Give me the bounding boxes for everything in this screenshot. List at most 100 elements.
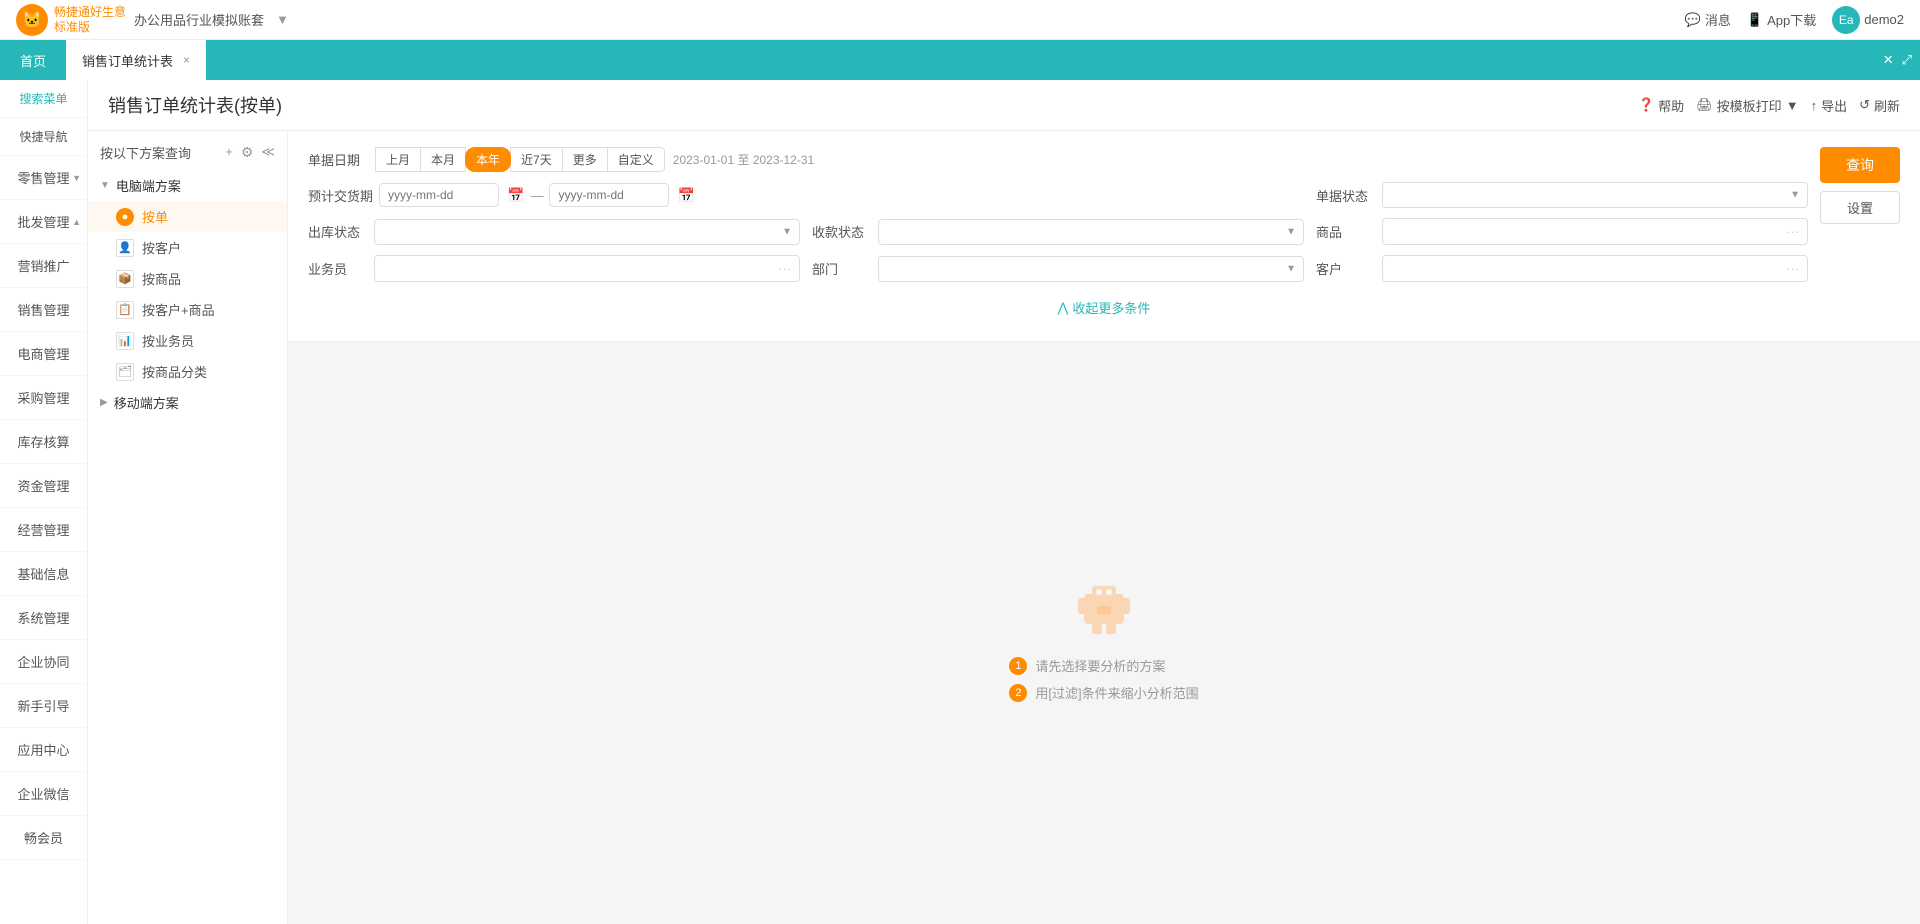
scheme-settings-icon[interactable]: ⚙ bbox=[241, 144, 254, 161]
date-btn-custom[interactable]: 自定义 bbox=[607, 147, 665, 172]
help-icon: ❓ bbox=[1638, 97, 1654, 113]
calendar-start-icon[interactable]: 📅 bbox=[507, 187, 524, 204]
sidebar-item-wechat[interactable]: 企业微信 bbox=[0, 772, 87, 816]
sidebar-item-newbie[interactable]: 新手引导 bbox=[0, 684, 87, 728]
department-filter: 部门 ▼ bbox=[812, 255, 1304, 282]
date-btn-more[interactable]: 更多 bbox=[562, 147, 608, 172]
filter-row-2-grid: 预计交货期 📅 — 📅 bbox=[308, 182, 1808, 208]
top-bar: 🐱 畅捷通好生意 标准版 办公用品行业模拟账套 ▼ 💬 消息 📱 App下载 E… bbox=[0, 0, 1920, 40]
refresh-button[interactable]: ↺ 刷新 bbox=[1859, 96, 1900, 115]
export-icon: ↑ bbox=[1811, 98, 1818, 113]
shipper-select[interactable] bbox=[374, 219, 800, 245]
panel-icons: + ⚙ ≪ bbox=[225, 144, 275, 161]
shipper-select-wrapper: ▼ bbox=[374, 219, 800, 245]
nav-right-icons: ✕ ⤢ bbox=[1883, 52, 1912, 68]
sidebar-item-enterprise[interactable]: 企业协同 bbox=[0, 640, 87, 684]
scheme-item-by-salesperson[interactable]: 📊 按业务员 bbox=[88, 325, 287, 356]
empty-filter-cell bbox=[812, 182, 1304, 208]
goods-label: 商品 bbox=[1316, 222, 1376, 241]
calendar-end-icon[interactable]: 📅 bbox=[677, 187, 694, 204]
sidebar-search[interactable]: 搜索菜单 bbox=[0, 80, 87, 118]
page-header: 销售订单统计表(按单) ❓ 帮助 🖨 按模板打印 ▼ ↑ 导出 ↺ 刷新 bbox=[88, 80, 1920, 131]
print-arrow-icon: ▼ bbox=[1786, 98, 1799, 113]
hint-num-2: 2 bbox=[1009, 684, 1027, 702]
customer-more-icon[interactable]: ··· bbox=[1786, 261, 1799, 276]
sidebar-item-app-center[interactable]: 应用中心 bbox=[0, 728, 87, 772]
collapse-button[interactable]: ⋀ 收起更多条件 bbox=[308, 290, 1900, 325]
sidebar-item-finance[interactable]: 资金管理 bbox=[0, 464, 87, 508]
department-select[interactable] bbox=[878, 256, 1304, 282]
main-layout: 搜索菜单 快捷导航 零售管理 批发管理 营销推广 销售管理 电商管理 采购管理 … bbox=[0, 80, 1920, 924]
sidebar-item-inventory[interactable]: 库存核算 bbox=[0, 420, 87, 464]
top-bar-left: 🐱 畅捷通好生意 标准版 办公用品行业模拟账套 ▼ bbox=[16, 4, 289, 36]
filter-row-3-grid: 出库状态 ▼ 收款状态 bbox=[308, 218, 1808, 245]
print-icon: 🖨 bbox=[1696, 97, 1713, 113]
sidebar-item-wholesale[interactable]: 批发管理 bbox=[0, 200, 87, 244]
download-icon: 📱 bbox=[1747, 12, 1763, 28]
help-button[interactable]: ❓ 帮助 bbox=[1638, 96, 1684, 115]
scheme-item-by-category[interactable]: 🗂 按商品分类 bbox=[88, 356, 287, 387]
scheme-group-pc-title[interactable]: ▼ 电脑端方案 bbox=[88, 170, 287, 201]
date-btn-this-year[interactable]: 本年 bbox=[465, 147, 511, 172]
goods-input[interactable]: ··· bbox=[1382, 218, 1808, 245]
date-btn-last-month[interactable]: 上月 bbox=[375, 147, 421, 172]
status-select[interactable] bbox=[1382, 182, 1808, 208]
date-button-group: 上月 本月 本年 近7天 更多 自定义 bbox=[376, 147, 665, 172]
collapse-panel-icon[interactable]: ≪ bbox=[261, 144, 275, 161]
sidebar-item-marketing[interactable]: 营销推广 bbox=[0, 244, 87, 288]
shipper-filter: 出库状态 ▼ bbox=[308, 218, 800, 245]
tab-close-icon[interactable]: × bbox=[183, 53, 190, 67]
settings-button[interactable]: 设置 bbox=[1820, 191, 1900, 224]
scheme-item-by-goods[interactable]: 📦 按商品 bbox=[88, 263, 287, 294]
customer-filter: 客户 ··· bbox=[1316, 255, 1808, 282]
app-title: 办公用品行业模拟账套 bbox=[134, 10, 264, 29]
salesperson-filter: 业务员 ··· bbox=[308, 255, 800, 282]
dept-select-wrapper: ▼ bbox=[878, 256, 1304, 282]
sidebar-item-member[interactable]: 畅会员 bbox=[0, 816, 87, 860]
expected-date-end-input[interactable] bbox=[549, 183, 669, 207]
salesperson-input[interactable]: ··· bbox=[374, 255, 800, 282]
group-expand-icon: ▶ bbox=[100, 397, 108, 408]
sidebar-item-system[interactable]: 系统管理 bbox=[0, 596, 87, 640]
app-title-dropdown-icon[interactable]: ▼ bbox=[276, 12, 289, 27]
scheme-item-by-customer[interactable]: 👤 按客户 bbox=[88, 232, 287, 263]
tab-sales-order-stats[interactable]: 销售订单统计表 × bbox=[66, 40, 206, 80]
scheme-icon: 📊 bbox=[116, 332, 134, 350]
scheme-label: 按商品分类 bbox=[142, 362, 207, 381]
refresh-icon: ↺ bbox=[1859, 97, 1870, 113]
query-button[interactable]: 查询 bbox=[1820, 147, 1900, 183]
sidebar-item-purchase[interactable]: 采购管理 bbox=[0, 376, 87, 420]
sidebar-quick-nav[interactable]: 快捷导航 bbox=[0, 118, 87, 156]
date-separator: — bbox=[530, 188, 543, 203]
goods-more-icon[interactable]: ··· bbox=[1786, 224, 1799, 239]
customer-input[interactable]: ··· bbox=[1382, 255, 1808, 282]
app-download-button[interactable]: 📱 App下载 bbox=[1747, 10, 1816, 29]
sidebar-item-ecommerce[interactable]: 电商管理 bbox=[0, 332, 87, 376]
tab-home[interactable]: 首页 bbox=[0, 40, 66, 80]
salesperson-more-icon[interactable]: ··· bbox=[778, 261, 791, 276]
status-select-wrapper: ▼ bbox=[1382, 182, 1808, 208]
sidebar-item-retail[interactable]: 零售管理 bbox=[0, 156, 87, 200]
window-close-icon[interactable]: ✕ bbox=[1883, 52, 1894, 68]
action-buttons: 查询 设置 bbox=[1820, 147, 1900, 224]
scheme-item-by-customer-goods[interactable]: 📋 按客户+商品 bbox=[88, 294, 287, 325]
payment-select[interactable] bbox=[878, 219, 1304, 245]
add-scheme-icon[interactable]: + bbox=[225, 144, 233, 161]
date-btn-7days[interactable]: 近7天 bbox=[510, 147, 563, 172]
sidebar-item-sales[interactable]: 销售管理 bbox=[0, 288, 87, 332]
expected-date-start-input[interactable] bbox=[379, 183, 499, 207]
scheme-group-mobile-title[interactable]: ▶ 移动端方案 bbox=[88, 387, 287, 418]
print-template-button[interactable]: 🖨 按模板打印 ▼ bbox=[1696, 96, 1798, 115]
sidebar-item-operations[interactable]: 经营管理 bbox=[0, 508, 87, 552]
export-button[interactable]: ↑ 导出 bbox=[1811, 96, 1848, 115]
window-expand-icon[interactable]: ⤢ bbox=[1902, 52, 1912, 68]
scheme-active-icon: ● bbox=[116, 208, 134, 226]
message-button[interactable]: 💬 消息 bbox=[1685, 10, 1731, 29]
collapse-label: 收起更多条件 bbox=[1072, 298, 1150, 317]
sidebar-item-basic-info[interactable]: 基础信息 bbox=[0, 552, 87, 596]
status-label: 单据状态 bbox=[1316, 186, 1376, 205]
user-avatar-button[interactable]: Ea demo2 bbox=[1832, 6, 1904, 34]
scheme-icon: 👤 bbox=[116, 239, 134, 257]
scheme-item-by-order[interactable]: ● 按单 bbox=[88, 201, 287, 232]
date-btn-this-month[interactable]: 本月 bbox=[420, 147, 466, 172]
